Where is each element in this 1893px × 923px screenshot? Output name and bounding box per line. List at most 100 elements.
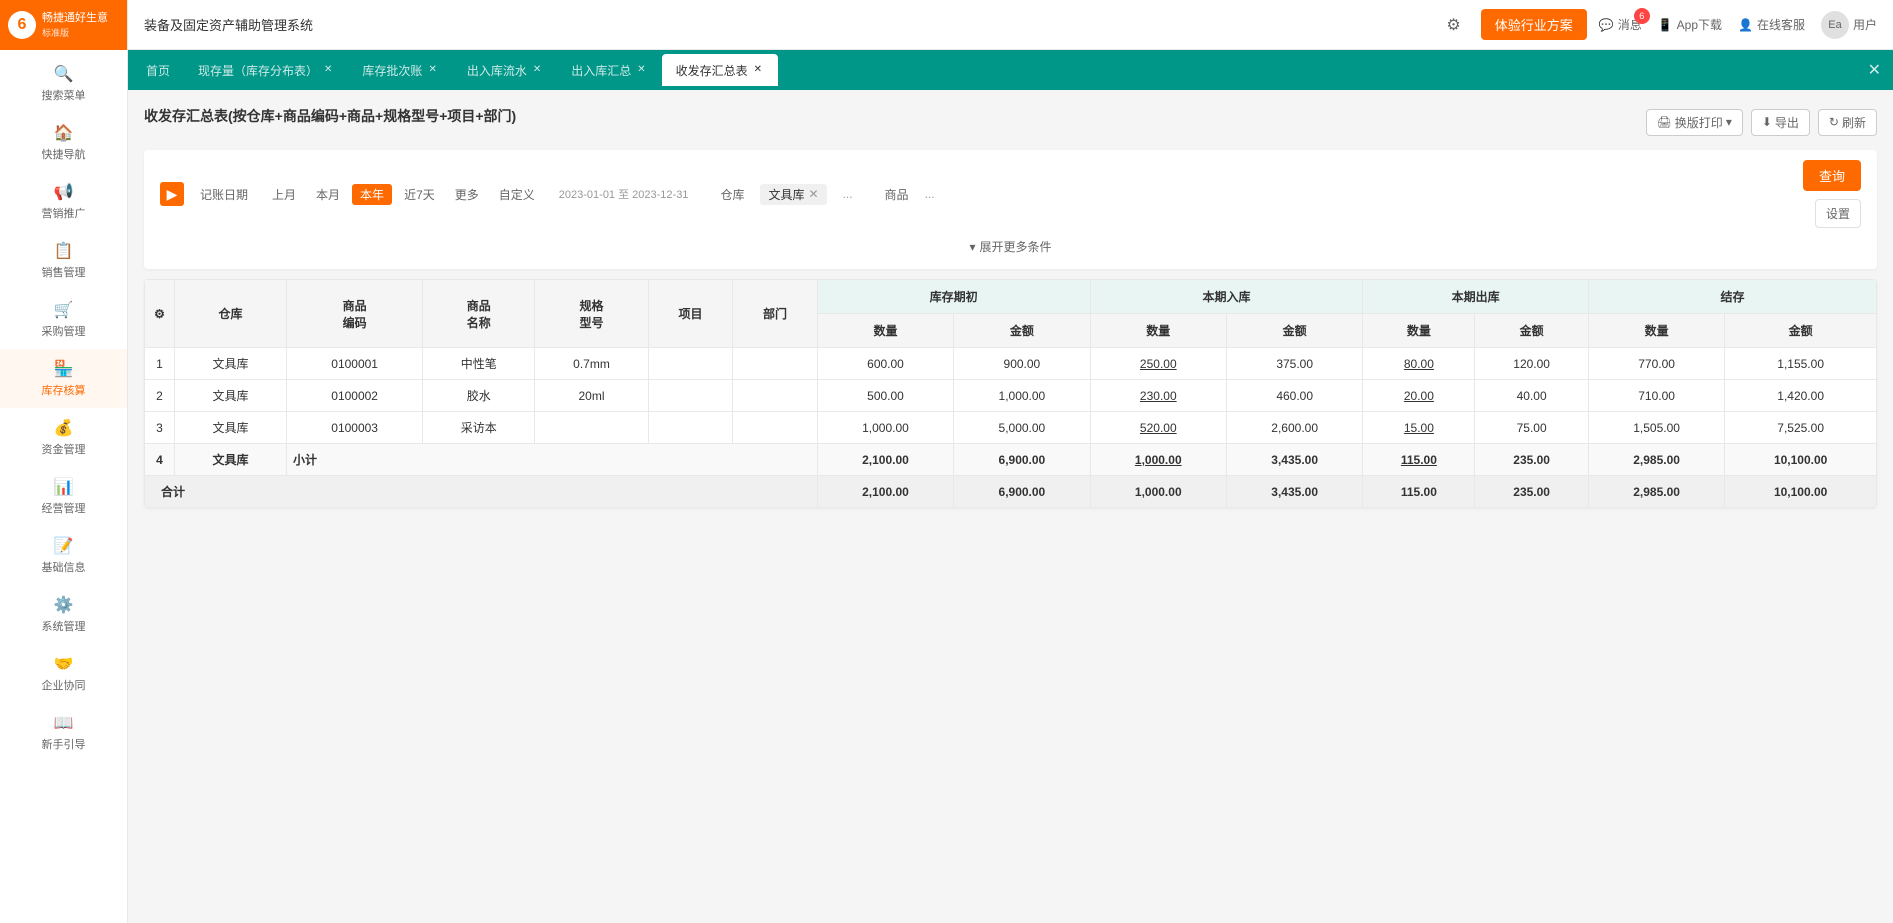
col-in-qty-header: 数量	[1090, 314, 1226, 348]
print-btn[interactable]: 🖨 换版打印 ▾	[1646, 109, 1743, 136]
row-opening-qty: 1,000.00	[817, 412, 953, 444]
sidebar-item-system[interactable]: ⚙️系统管理	[0, 585, 127, 644]
subtotal-out-qty[interactable]: 115.00	[1363, 444, 1475, 476]
expand-more-btn[interactable]: ▾ 展开更多条件	[160, 234, 1861, 259]
tab-in-out-summary-close[interactable]: ✕	[635, 64, 647, 76]
mobile-icon: 📱	[1658, 18, 1673, 32]
query-btn[interactable]: 查询	[1803, 160, 1861, 191]
total-opening-amount: 6,900.00	[954, 476, 1090, 508]
warehouse-tag: 文具库 ✕	[760, 184, 826, 205]
tab-inventory-dist[interactable]: 现存量（库存分布表） ✕	[184, 54, 348, 86]
row-out-amount: 40.00	[1475, 380, 1589, 412]
export-btn[interactable]: ⬇ 导出	[1751, 109, 1810, 136]
row-in-qty[interactable]: 250.00	[1090, 348, 1226, 380]
tab-home-label: 首页	[146, 62, 170, 79]
sidebar-item-finance[interactable]: 💰资金管理	[0, 408, 127, 467]
sidebar-item-operation[interactable]: 📊经营管理	[0, 467, 127, 526]
sidebar-item-search[interactable]: 🔍搜索菜单	[0, 54, 127, 113]
tab-batch-account-close[interactable]: ✕	[426, 64, 438, 76]
row-out-qty[interactable]: 15.00	[1363, 412, 1475, 444]
warehouse-tag-close[interactable]: ✕	[808, 187, 818, 201]
row-balance-qty: 770.00	[1588, 348, 1724, 380]
tab-receive-summary[interactable]: 收发存汇总表 ✕	[662, 54, 778, 86]
sidebar-item-enterprise[interactable]: 🤝 企业协同	[0, 644, 127, 703]
row-opening-amount: 900.00	[954, 348, 1090, 380]
message-icon: 💬	[1599, 18, 1614, 32]
sidebar-item-sales[interactable]: 📋销售管理	[0, 231, 127, 290]
tabs-close-all[interactable]: ✕	[1860, 60, 1889, 80]
row-opening-amount: 1,000.00	[954, 380, 1090, 412]
sidebar-item-purchase[interactable]: 🛒采购管理	[0, 290, 127, 349]
sidebar-logo: 6 畅捷通好生意 标准版	[0, 0, 127, 50]
sidebar-item-label-marketing: 营销推广	[42, 205, 86, 221]
message-btn[interactable]: 💬 消息 6	[1599, 16, 1642, 33]
tab-inventory-dist-close[interactable]: ✕	[322, 64, 334, 76]
page-title: 收发存汇总表(按仓库+商品编码+商品+规格型号+项目+部门)	[144, 106, 516, 126]
settings-btn[interactable]: 设置	[1815, 199, 1861, 228]
operation-icon: 📊	[54, 477, 74, 497]
row-in-qty[interactable]: 230.00	[1090, 380, 1226, 412]
sidebar-item-guide[interactable]: 📖 新手引导	[0, 703, 127, 762]
col-warehouse-header: 仓库	[175, 280, 287, 348]
row-in-qty[interactable]: 520.00	[1090, 412, 1226, 444]
sidebar-item-marketing[interactable]: 📢营销推广	[0, 172, 127, 231]
date-btn-more[interactable]: 更多	[447, 184, 487, 205]
row-project	[648, 412, 733, 444]
tab-in-out-flow[interactable]: 出入库流水 ✕	[453, 54, 557, 86]
row-project	[648, 380, 733, 412]
user-btn[interactable]: Ea 用户	[1821, 11, 1877, 39]
refresh-btn[interactable]: ↻ 刷新	[1818, 109, 1877, 136]
col-goods-code-header: 商品编码	[286, 280, 422, 348]
row-balance-amount: 1,155.00	[1725, 348, 1877, 380]
total-out-qty: 115.00	[1363, 476, 1475, 508]
col-settings-header[interactable]: ⚙	[145, 280, 175, 348]
subtotal-opening-amount: 6,900.00	[954, 444, 1090, 476]
sidebar-item-label-finance: 资金管理	[42, 441, 86, 457]
logo-sub: 标准版	[42, 26, 108, 39]
subtotal-balance-qty: 2,985.00	[1588, 444, 1724, 476]
sidebar-item-inventory[interactable]: 🏪库存核算	[0, 349, 127, 408]
tab-in-out-flow-close[interactable]: ✕	[531, 64, 543, 76]
row-out-qty[interactable]: 20.00	[1363, 380, 1475, 412]
chevron-down-icon: ▾	[1726, 115, 1732, 129]
guide-icon: 📖	[54, 713, 74, 733]
sidebar-item-label-guide: 新手引导	[42, 736, 86, 752]
toggle-btn[interactable]: ▶	[160, 182, 184, 206]
date-range-text: 2023-01-01 至 2023-12-31	[559, 186, 689, 202]
date-btn-7days[interactable]: 近7天	[396, 184, 443, 205]
tab-home[interactable]: 首页	[132, 54, 184, 86]
row-project	[648, 348, 733, 380]
subtotal-warehouse: 文具库	[175, 444, 287, 476]
date-btn-group: 上月 本月 本年 近7天 更多 自定义	[264, 184, 543, 205]
date-btn-custom[interactable]: 自定义	[491, 184, 543, 205]
sidebar-item-quick-nav[interactable]: 🏠快捷导航	[0, 113, 127, 172]
sidebar-item-label-quick-nav: 快捷导航	[42, 146, 86, 162]
refresh-label: 刷新	[1842, 114, 1866, 131]
subtotal-label: 小计	[286, 444, 817, 476]
goods-more[interactable]: ...	[925, 187, 935, 201]
date-btn-last-month[interactable]: 上月	[264, 184, 304, 205]
sidebar-item-label-enterprise: 企业协同	[42, 677, 86, 693]
experience-btn[interactable]: 体验行业方案	[1481, 9, 1587, 40]
warehouse-more[interactable]: ...	[843, 187, 853, 201]
app-download-btn[interactable]: 📱 App下载	[1658, 16, 1722, 33]
table-row: 3 文具库 0100003 采访本 1,000.00 5,000.00 520.…	[145, 412, 1877, 444]
gear-icon[interactable]: ⚙	[1446, 15, 1460, 35]
goods-filter-label: 商品	[885, 186, 909, 203]
tab-receive-summary-close[interactable]: ✕	[752, 64, 764, 76]
tab-batch-account[interactable]: 库存批次账 ✕	[348, 54, 452, 86]
sidebar-item-label-search: 搜索菜单	[42, 87, 86, 103]
online-service-btn[interactable]: 👤 在线客服	[1738, 16, 1805, 33]
total-opening-qty: 2,100.00	[817, 476, 953, 508]
tab-in-out-summary[interactable]: 出入库汇总 ✕	[557, 54, 661, 86]
subtotal-in-qty[interactable]: 1,000.00	[1090, 444, 1226, 476]
export-icon: ⬇	[1762, 115, 1772, 129]
subtotal-out-amount: 235.00	[1475, 444, 1589, 476]
row-out-qty[interactable]: 80.00	[1363, 348, 1475, 380]
enterprise-icon: 🤝	[54, 654, 74, 674]
header-actions: 🖨 换版打印 ▾ ⬇ 导出 ↻ 刷新	[1646, 109, 1877, 136]
date-btn-this-year[interactable]: 本年	[352, 184, 392, 205]
sidebar-item-basic-info[interactable]: 📝基础信息	[0, 526, 127, 585]
date-btn-this-month[interactable]: 本月	[308, 184, 348, 205]
row-balance-qty: 710.00	[1588, 380, 1724, 412]
